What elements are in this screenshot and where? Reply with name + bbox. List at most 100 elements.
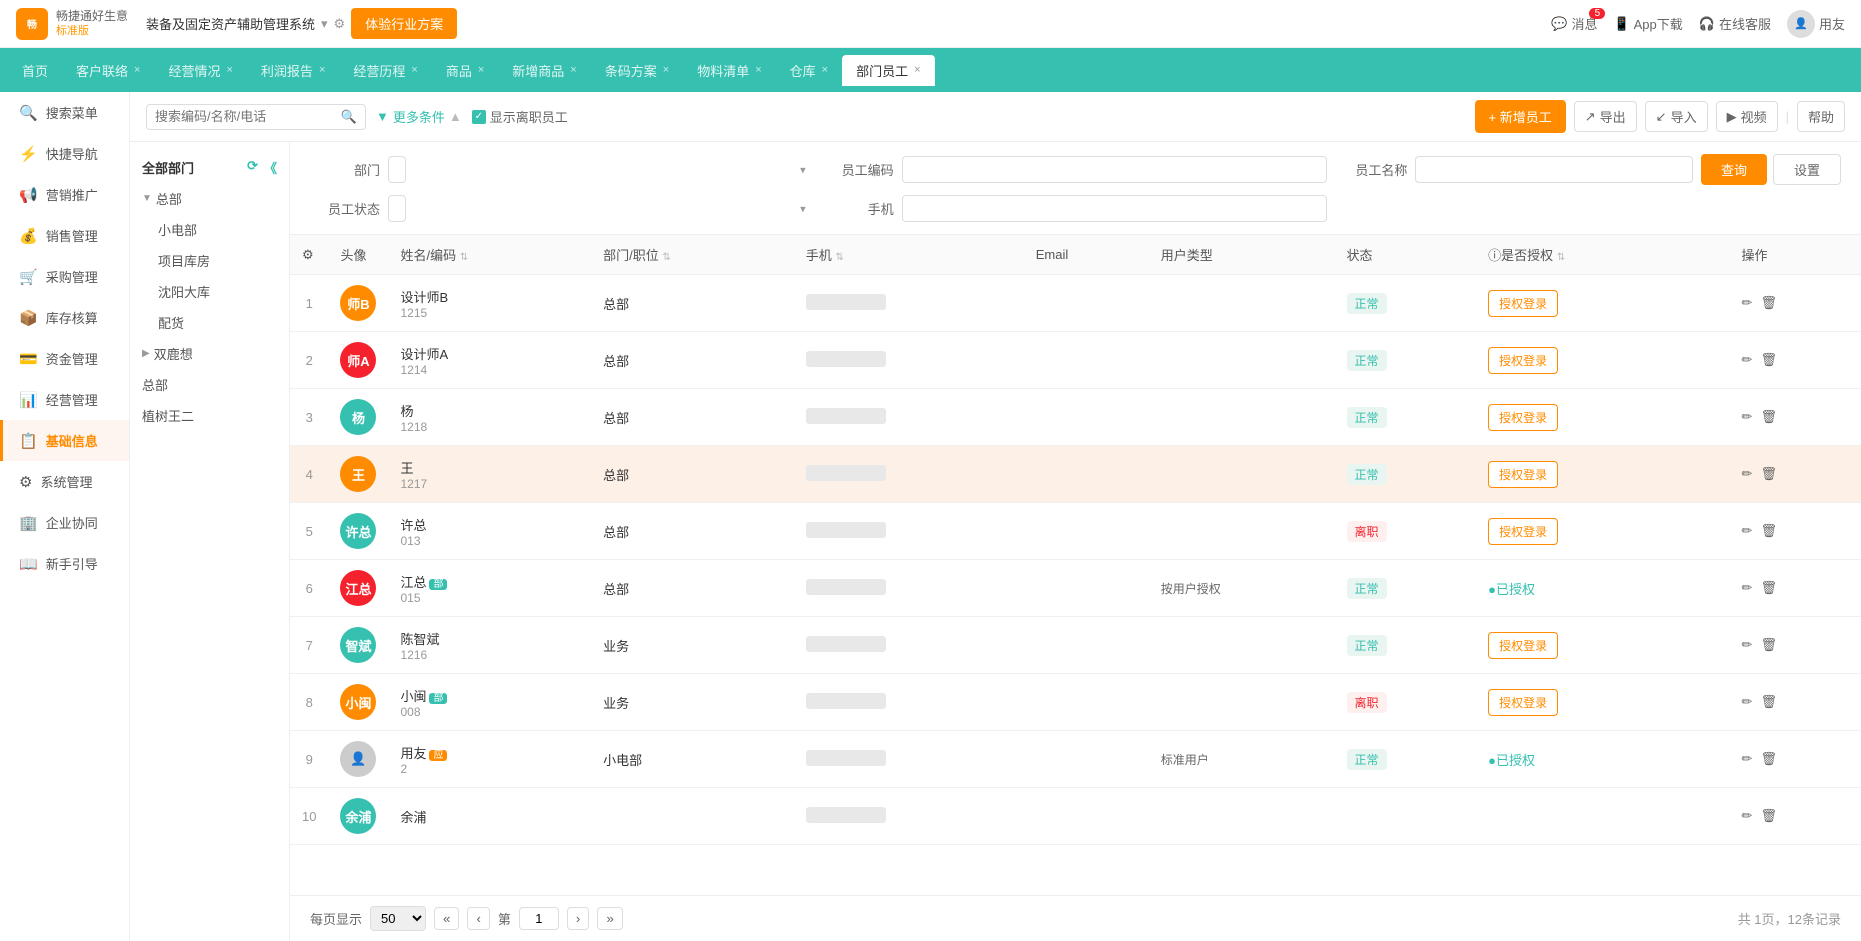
col-settings[interactable]: ⚙ — [290, 235, 328, 275]
delete-button[interactable]: 🗑 — [1760, 751, 1777, 767]
trial-button[interactable]: 体验行业方案 — [351, 8, 457, 39]
delete-button[interactable]: 🗑 — [1760, 580, 1777, 596]
prev-page-button[interactable]: ‹ — [467, 907, 489, 930]
dept-node-shenyang[interactable]: 沈阳大库 — [130, 276, 289, 307]
dept-node-zongbu2[interactable]: 总部 — [130, 369, 289, 400]
delete-button[interactable]: 🗑 — [1760, 694, 1777, 710]
sidebar-item-finance[interactable]: 💳资金管理 — [0, 338, 129, 379]
delete-button[interactable]: 🗑 — [1760, 409, 1777, 425]
close-tab-icon[interactable]: × — [822, 64, 828, 76]
auth-login-button[interactable]: 授权登录 — [1488, 347, 1558, 374]
edit-button[interactable]: ✏ — [1742, 580, 1753, 596]
sidebar-item-sales[interactable]: 💰销售管理 — [0, 215, 129, 256]
sidebar-item-enterprise[interactable]: 🏢企业协同 — [0, 502, 129, 543]
close-tab-icon[interactable]: × — [570, 64, 576, 76]
close-tab-icon[interactable]: × — [226, 64, 232, 76]
close-tab-icon[interactable]: × — [755, 64, 761, 76]
nav-tab-商品[interactable]: 商品× — [432, 55, 498, 86]
search-input[interactable] — [155, 109, 335, 124]
edit-button[interactable]: ✏ — [1742, 295, 1753, 311]
nav-tab-物料清单[interactable]: 物料清单× — [683, 55, 775, 86]
auth-login-button[interactable]: 授权登录 — [1488, 404, 1558, 431]
close-tab-icon[interactable]: × — [134, 64, 140, 76]
nav-tab-仓库[interactable]: 仓库× — [776, 55, 842, 86]
nav-tab-条码方案[interactable]: 条码方案× — [591, 55, 683, 86]
reset-button[interactable]: 设置 — [1773, 154, 1841, 185]
sidebar-item-shortcut[interactable]: ⚡快捷导航 — [0, 133, 129, 174]
show-resigned-toggle[interactable]: ✓ 显示离职员工 — [472, 107, 568, 126]
sidebar-item-operation[interactable]: 📊经营管理 — [0, 379, 129, 420]
delete-button[interactable]: 🗑 — [1760, 637, 1777, 653]
close-tab-icon[interactable]: × — [478, 64, 484, 76]
sidebar-item-purchase[interactable]: 🛒采购管理 — [0, 256, 129, 297]
dept-node-zongbu-root[interactable]: ▼ 总部 — [130, 183, 289, 214]
nav-tab-客户联络[interactable]: 客户联络× — [62, 55, 154, 86]
sidebar-item-inventory[interactable]: 📦库存核算 — [0, 297, 129, 338]
dept-node-zhishu[interactable]: 植树王二 — [130, 400, 289, 431]
delete-button[interactable]: 🗑 — [1760, 523, 1777, 539]
dept-node-peihuo[interactable]: 配货 — [130, 307, 289, 338]
first-page-button[interactable]: « — [434, 907, 459, 930]
import-button[interactable]: ↙ 导入 — [1645, 101, 1708, 132]
close-tab-icon[interactable]: × — [411, 64, 417, 76]
auth-login-button[interactable]: 授权登录 — [1488, 290, 1558, 317]
filter-emp-name-input[interactable] — [1415, 156, 1693, 183]
filter-more-button[interactable]: ▼ 更多条件 ▲ — [376, 107, 462, 126]
col-dept[interactable]: 部门/职位 ⇅ — [591, 235, 794, 275]
filter-emp-status-select[interactable] — [388, 195, 406, 222]
edit-button[interactable]: ✏ — [1742, 751, 1753, 767]
nav-tab-新增商品[interactable]: 新增商品× — [498, 55, 590, 86]
edit-button[interactable]: ✏ — [1742, 352, 1753, 368]
edit-button[interactable]: ✏ — [1742, 637, 1753, 653]
edit-button[interactable]: ✏ — [1742, 466, 1753, 482]
next-page-button[interactable]: › — [567, 907, 589, 930]
auth-login-button[interactable]: 授权登录 — [1488, 689, 1558, 716]
auth-login-button[interactable]: 授权登录 — [1488, 518, 1558, 545]
auth-login-button[interactable]: 授权登录 — [1488, 632, 1558, 659]
filter-phone-input[interactable] — [902, 195, 1328, 222]
sidebar-item-guide[interactable]: 📖新手引导 — [0, 543, 129, 584]
last-page-button[interactable]: » — [597, 907, 622, 930]
dept-node-xiaodian[interactable]: 小电部 — [130, 214, 289, 245]
sidebar-item-basic[interactable]: 📋基础信息 — [0, 420, 129, 461]
export-button[interactable]: ↗ 导出 — [1574, 101, 1637, 132]
nav-tab-利润报告[interactable]: 利润报告× — [247, 55, 339, 86]
col-name-code[interactable]: 姓名/编码 ⇅ — [388, 235, 591, 275]
dropdown-arrow-icon[interactable]: ▾ — [321, 16, 328, 32]
nav-tab-首页[interactable]: 首页 — [8, 55, 62, 86]
filter-dept-select[interactable] — [388, 156, 406, 183]
online-service-button[interactable]: 🎧 在线客服 — [1699, 14, 1771, 33]
edit-button[interactable]: ✏ — [1742, 409, 1753, 425]
close-tab-icon[interactable]: × — [319, 64, 325, 76]
sidebar-item-system[interactable]: ⚙系统管理 — [0, 461, 129, 502]
auth-login-button[interactable]: 授权登录 — [1488, 461, 1558, 488]
filter-emp-code-input[interactable] — [902, 156, 1328, 183]
edit-button[interactable]: ✏ — [1742, 694, 1753, 710]
help-button[interactable]: 帮助 — [1797, 101, 1845, 132]
user-menu[interactable]: 👤 用友 — [1787, 10, 1845, 38]
close-tab-icon[interactable]: × — [663, 64, 669, 76]
edit-button[interactable]: ✏ — [1742, 808, 1753, 824]
query-button[interactable]: 查询 — [1701, 154, 1767, 185]
gear-icon[interactable]: ⚙ — [334, 16, 346, 32]
delete-button[interactable]: 🗑 — [1760, 466, 1777, 482]
dept-refresh-icon[interactable]: ⟳ — [247, 158, 258, 177]
sidebar-item-search[interactable]: 🔍搜索菜单 — [0, 92, 129, 133]
dept-collapse-icon[interactable]: 《 — [264, 158, 277, 177]
add-employee-button[interactable]: + 新增员工 — [1475, 100, 1566, 133]
delete-button[interactable]: 🗑 — [1760, 295, 1777, 311]
delete-button[interactable]: 🗑 — [1760, 352, 1777, 368]
col-auth[interactable]: ⓘ是否授权 ⇅ — [1476, 235, 1699, 275]
nav-tab-经营历程[interactable]: 经营历程× — [339, 55, 431, 86]
close-tab-icon[interactable]: × — [914, 64, 920, 76]
page-size-select[interactable]: 50 100 200 — [370, 906, 426, 931]
col-phone[interactable]: 手机 ⇅ — [794, 235, 1024, 275]
sidebar-item-marketing[interactable]: 📢营销推广 — [0, 174, 129, 215]
video-button[interactable]: ▶ 视频 — [1716, 101, 1778, 132]
message-button[interactable]: 💬 5 消息 — [1551, 14, 1597, 33]
delete-button[interactable]: 🗑 — [1760, 808, 1777, 824]
page-number-input[interactable] — [519, 907, 559, 930]
nav-tab-经营情况[interactable]: 经营情况× — [154, 55, 246, 86]
dept-node-shuanglu[interactable]: ▶ 双鹿想 — [130, 338, 289, 369]
app-download-button[interactable]: 📱 App下载 — [1613, 14, 1682, 33]
